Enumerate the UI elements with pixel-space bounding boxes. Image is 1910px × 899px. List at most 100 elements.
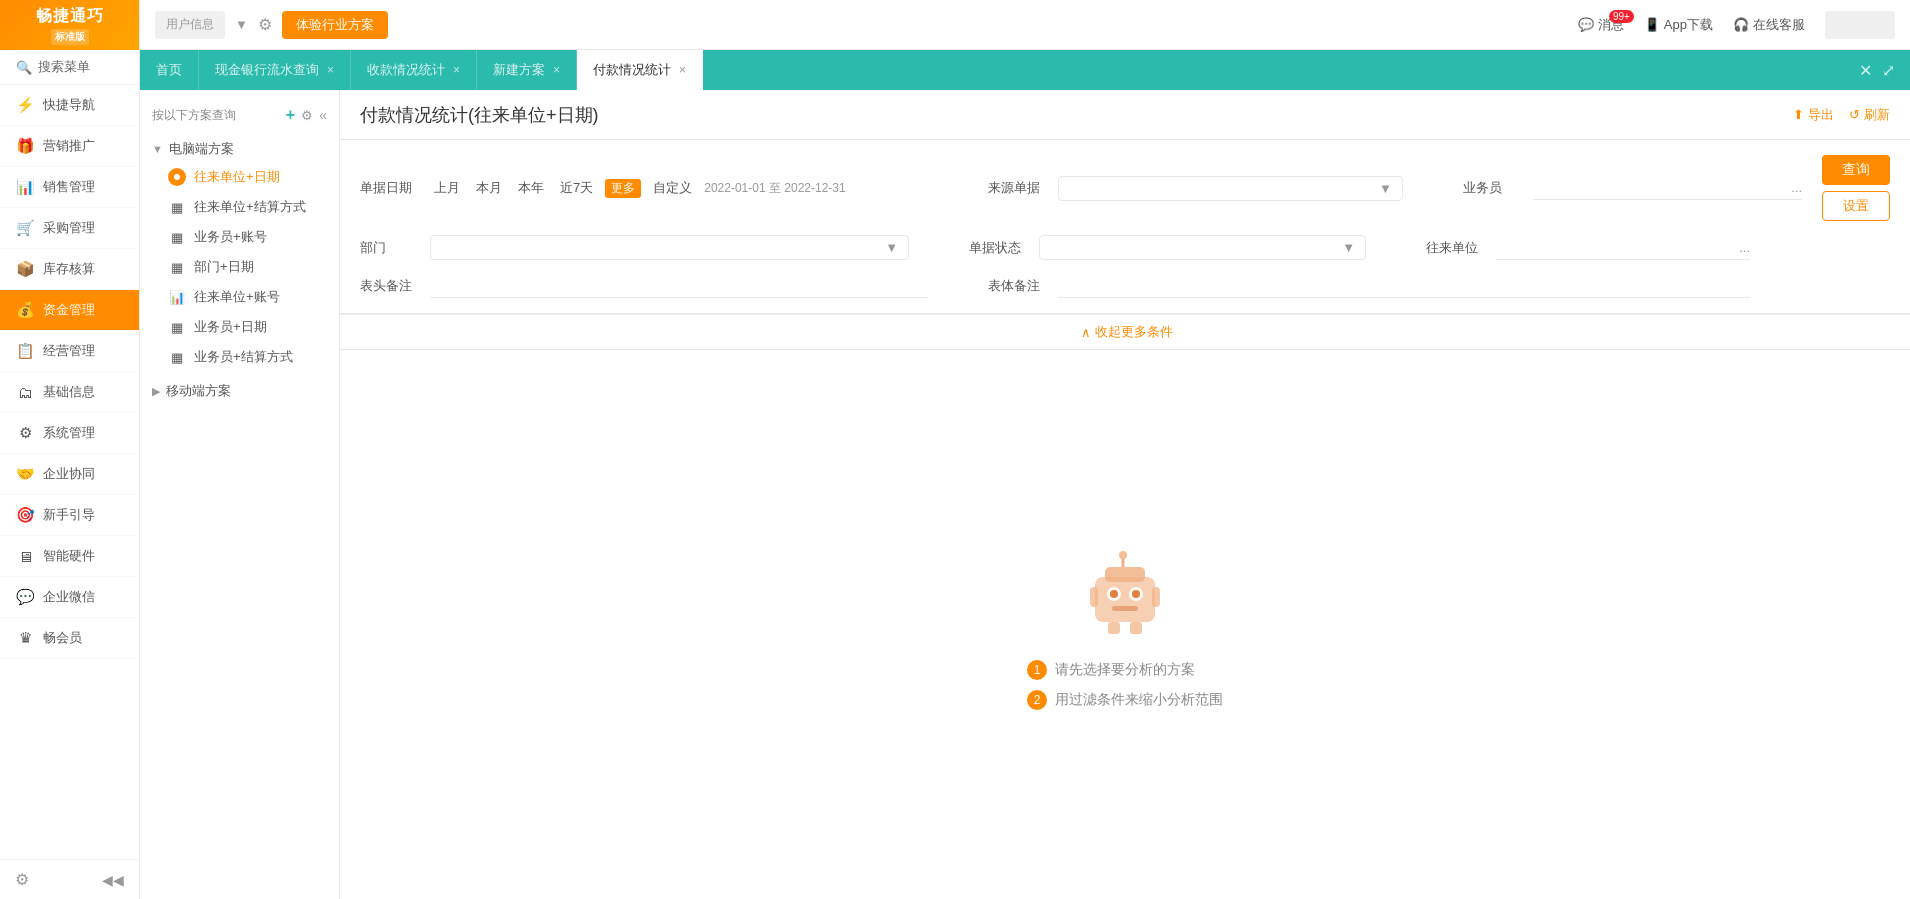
svg-point-4 <box>1110 590 1118 598</box>
partner-ellipsis[interactable]: ... <box>1739 240 1750 255</box>
body-note-input[interactable] <box>1058 274 1750 297</box>
scheme-item-dept-date[interactable]: ▦部门+日期 <box>140 252 339 282</box>
pc-group-toggle[interactable]: ▼ 电脑端方案 <box>140 136 339 162</box>
sidebar-item-enterprise[interactable]: 🤝企业协同 <box>0 454 139 495</box>
tab-new-scheme[interactable]: 新建方案 × <box>477 50 577 90</box>
online-service-btn[interactable]: 🎧 在线客服 <box>1733 16 1805 34</box>
sidebar-search[interactable]: 🔍 搜索菜单 <box>0 50 139 85</box>
tab-payment-stats[interactable]: 付款情况统计× <box>577 50 703 90</box>
nav-icon-quick-nav: ⚡ <box>15 95 35 115</box>
dept-label: 部门 <box>360 239 430 257</box>
sidebar-item-system[interactable]: ⚙系统管理 <box>0 413 139 454</box>
topbar-settings-icon[interactable]: ⚙ <box>258 15 272 34</box>
export-btn[interactable]: ⬆ 导出 <box>1793 106 1834 124</box>
salesman-input[interactable] <box>1533 176 1781 199</box>
query-actions: 查询 设置 <box>1822 155 1890 221</box>
main-area: 用户信息 ▼ ⚙ 体验行业方案 💬 消息 99+ 📱 App下载 🎧 在线客服 … <box>140 0 1910 899</box>
source-doc-select[interactable]: ▼ <box>1058 176 1403 201</box>
nav-label-sales: 销售管理 <box>43 178 95 196</box>
nav-label-inventory: 库存核算 <box>43 260 95 278</box>
scheme-item-partner-date[interactable]: 往来单位+日期 <box>140 162 339 192</box>
nav-label-finance: 资金管理 <box>43 301 95 319</box>
sidebar-item-operation[interactable]: 📋经营管理 <box>0 331 139 372</box>
scheme-item-sales-date[interactable]: ▦业务员+日期 <box>140 312 339 342</box>
mobile-group-toggle[interactable]: ▶ 移动端方案 <box>140 378 339 404</box>
pc-group-arrow: ▼ <box>152 143 163 155</box>
body-note-wrap <box>1058 274 1750 298</box>
date-label: 单据日期 <box>360 179 430 197</box>
sidebar-item-quick-nav[interactable]: ⚡快捷导航 <box>0 85 139 126</box>
tab-cash-flow[interactable]: 现金银行流水查询× <box>199 50 351 90</box>
footer-collapse-icon[interactable]: ◀◀ <box>102 872 124 888</box>
nav-label-hardware: 智能硬件 <box>43 547 95 565</box>
date-btn-more[interactable]: 更多 <box>605 179 641 198</box>
search-icon: 🔍 <box>16 60 32 75</box>
scheme-item-sales-payment[interactable]: ▦业务员+结算方式 <box>140 342 339 372</box>
scheme-table-icon-partner-payment: ▦ <box>168 198 186 216</box>
app-download-btn[interactable]: 📱 App下载 <box>1644 16 1713 34</box>
tab-close-payment-stats[interactable]: × <box>679 63 686 77</box>
header-note-wrap <box>430 274 928 298</box>
tab-close-new-scheme[interactable]: × <box>553 63 560 77</box>
maximize-window-icon[interactable]: ⤢ <box>1882 61 1895 80</box>
salesman-input-wrap: ... <box>1533 176 1802 200</box>
tab-label-new-scheme: 新建方案 <box>493 61 545 79</box>
sidebar-item-hardware[interactable]: 🖥智能硬件 <box>0 536 139 577</box>
body-note-label: 表体备注 <box>988 277 1058 295</box>
scheme-label-sales-date: 业务员+日期 <box>194 318 267 336</box>
refresh-btn[interactable]: ↺ 刷新 <box>1849 106 1890 124</box>
svg-rect-9 <box>1108 622 1120 634</box>
sidebar-item-sales[interactable]: 📊 销售管理 <box>0 167 139 208</box>
date-btn-this-year[interactable]: 本年 <box>514 177 548 199</box>
nav-icon-sales: 📊 <box>15 177 35 197</box>
pc-group-label: 电脑端方案 <box>169 140 234 158</box>
date-btn-this-month[interactable]: 本月 <box>472 177 506 199</box>
partner-input[interactable] <box>1496 236 1729 259</box>
add-scheme-icon[interactable]: + <box>286 106 295 124</box>
tab-close-receivable[interactable]: × <box>453 63 460 77</box>
refresh-label: 刷新 <box>1864 106 1890 124</box>
sidebar-nav: ⚡快捷导航🎁营销推广 📊 销售管理 🛒采购管理📦库存核算💰资金管理📋经营管理🗂基础信息… <box>0 85 139 659</box>
tab-close-cash-flow[interactable]: × <box>327 63 334 77</box>
mobile-scheme-group: ▶ 移动端方案 <box>140 378 339 404</box>
svg-rect-7 <box>1090 587 1098 607</box>
user-avatar[interactable] <box>1825 11 1895 39</box>
tabbar: 首页现金银行流水查询×收款情况统计×新建方案×付款情况统计× ✕ ⤢ <box>140 50 1910 90</box>
sidebar-item-inventory[interactable]: 📦库存核算 <box>0 249 139 290</box>
sidebar-item-basic[interactable]: 🗂基础信息 <box>0 372 139 413</box>
query-btn[interactable]: 查询 <box>1822 155 1890 185</box>
nav-icon-purchase: 🛒 <box>15 218 35 238</box>
scheme-settings-icon[interactable]: ⚙ <box>301 108 313 123</box>
sidebar-item-member[interactable]: ♛畅会员 <box>0 618 139 659</box>
scheme-item-sales-account[interactable]: ▦业务员+账号 <box>140 222 339 252</box>
dept-select[interactable]: ▼ <box>430 235 909 260</box>
empty-tips: 1 请先选择要分析的方案 2 用过滤条件来缩小分析范围 <box>1027 660 1223 710</box>
sidebar-item-purchase[interactable]: 🛒采购管理 <box>0 208 139 249</box>
sidebar-item-finance[interactable]: 💰资金管理 <box>0 290 139 331</box>
svg-rect-8 <box>1152 587 1160 607</box>
sidebar-item-wechat[interactable]: 💬企业微信 <box>0 577 139 618</box>
tab-home[interactable]: 首页 <box>140 50 199 90</box>
topbar-dropdown-icon[interactable]: ▼ <box>235 17 248 32</box>
close-window-icon[interactable]: ✕ <box>1859 61 1872 80</box>
scheme-item-partner-payment[interactable]: ▦往来单位+结算方式 <box>140 192 339 222</box>
salesman-ellipsis[interactable]: ... <box>1791 180 1802 195</box>
experience-btn[interactable]: 体验行业方案 <box>282 11 388 39</box>
scheme-collapse-icon[interactable]: « <box>319 107 327 123</box>
sidebar-item-marketing[interactable]: 🎁营销推广 <box>0 126 139 167</box>
scheme-table-icon-sales-payment: ▦ <box>168 348 186 366</box>
date-btn-custom[interactable]: 自定义 <box>649 177 696 199</box>
settings-btn[interactable]: 设置 <box>1822 191 1890 221</box>
date-shortcuts: 上月 本月 本年 近7天 更多 自定义 <box>430 177 696 199</box>
doc-status-select[interactable]: ▼ <box>1039 235 1366 260</box>
header-note-input[interactable] <box>430 274 928 297</box>
collapse-bar[interactable]: ∧ 收起更多条件 <box>340 314 1910 350</box>
sidebar-item-guide[interactable]: 🎯新手引导 <box>0 495 139 536</box>
dept-arrow: ▼ <box>885 240 898 255</box>
tab-receivable[interactable]: 收款情况统计× <box>351 50 477 90</box>
footer-settings-icon[interactable]: ⚙ <box>15 870 29 889</box>
scheme-item-partner-account[interactable]: 📊往来单位+账号 <box>140 282 339 312</box>
date-btn-7days[interactable]: 近7天 <box>556 177 597 199</box>
message-icon-btn[interactable]: 💬 消息 99+ <box>1578 16 1624 34</box>
date-btn-last-month[interactable]: 上月 <box>430 177 464 199</box>
